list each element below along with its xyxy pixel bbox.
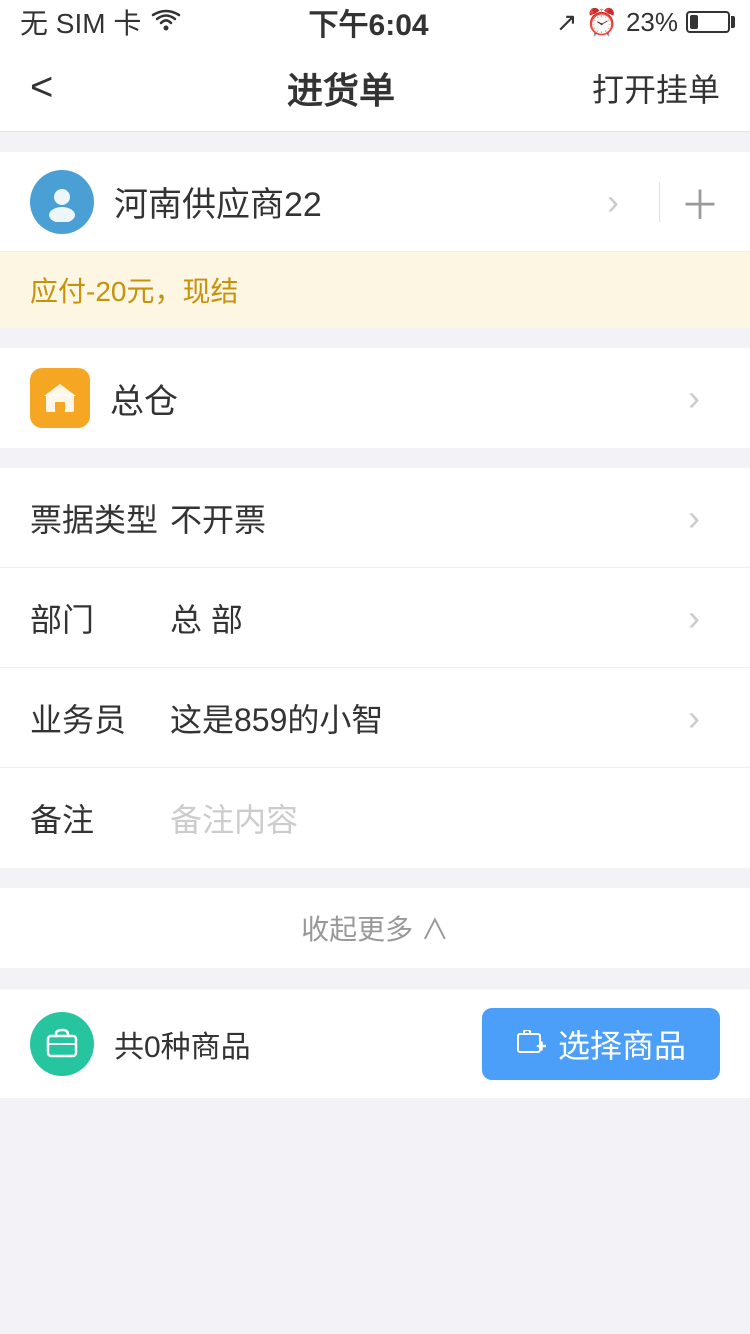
notice-text: 应付-20元，现结 — [30, 276, 238, 307]
product-icon-wrap — [30, 1012, 94, 1076]
alarm-icon: ⏰ — [586, 7, 618, 38]
gap-4 — [0, 868, 750, 888]
remark-label: 备注 — [30, 795, 170, 841]
warehouse-name: 总仓 — [110, 374, 688, 423]
open-pending-button[interactable]: 打开挂单 — [592, 65, 720, 111]
invoice-chevron-icon: › — [688, 497, 700, 539]
warehouse-icon — [30, 368, 90, 428]
battery-percent: 23% — [626, 7, 678, 38]
select-product-button[interactable]: 选择商品 — [482, 1008, 720, 1080]
nav-bar: < 进货单 打开挂单 — [0, 44, 750, 132]
salesman-chevron-icon: › — [688, 697, 700, 739]
supplier-avatar — [30, 170, 94, 234]
supplier-divider — [659, 182, 660, 222]
gap-1 — [0, 132, 750, 152]
remark-row[interactable]: 备注 备注内容 — [0, 768, 750, 868]
dept-chevron-icon: › — [688, 597, 700, 639]
supplier-chevron-icon: › — [607, 181, 619, 223]
bottom-bar: 共0种商品 选择商品 — [0, 988, 750, 1098]
status-right: ↗ ⏰ 23% — [556, 7, 730, 38]
invoice-value: 不开票 — [170, 495, 688, 541]
dept-row[interactable]: 部门 总 部 › — [0, 568, 750, 668]
salesman-value: 这是859的小智 — [170, 695, 688, 741]
supplier-card: 河南供应商22 › ＋ 应付-20元，现结 — [0, 152, 750, 328]
add-button[interactable]: ＋ — [680, 173, 720, 231]
status-time: 下午6:04 — [309, 0, 429, 44]
location-icon: ↗ — [556, 7, 578, 38]
form-section: 票据类型 不开票 › 部门 总 部 › 业务员 这是859的小智 › 备注 备注… — [0, 468, 750, 868]
dept-label: 部门 — [30, 595, 170, 641]
invoice-label: 票据类型 — [30, 495, 170, 541]
back-button[interactable]: < — [30, 65, 90, 110]
invoice-row[interactable]: 票据类型 不开票 › — [0, 468, 750, 568]
page-title: 进货单 — [287, 62, 395, 114]
notice-banner: 应付-20元，现结 — [0, 252, 750, 328]
status-bar: 无 SIM 卡 下午6:04 ↗ ⏰ 23% — [0, 0, 750, 44]
battery-icon — [686, 11, 730, 33]
sim-label: 无 SIM 卡 — [20, 2, 141, 42]
warehouse-chevron-icon: › — [688, 377, 700, 419]
status-left: 无 SIM 卡 — [20, 2, 181, 42]
supplier-name: 河南供应商22 — [114, 177, 607, 226]
wifi-icon — [151, 6, 181, 38]
dept-value: 总 部 — [170, 595, 688, 641]
salesman-label: 业务员 — [30, 695, 170, 741]
salesman-row[interactable]: 业务员 这是859的小智 › — [0, 668, 750, 768]
collapse-row[interactable]: 收起更多 ∧ — [0, 888, 750, 968]
warehouse-row[interactable]: 总仓 › — [0, 348, 750, 448]
product-count: 共0种商品 — [114, 1022, 462, 1066]
supplier-row[interactable]: 河南供应商22 › ＋ — [0, 152, 750, 252]
select-btn-label: 选择商品 — [558, 1021, 686, 1067]
warehouse-card: 总仓 › — [0, 348, 750, 448]
gap-2 — [0, 328, 750, 348]
remark-input[interactable]: 备注内容 — [170, 795, 720, 841]
collapse-label: 收起更多 ∧ — [301, 908, 449, 948]
gap-3 — [0, 448, 750, 468]
gap-5 — [0, 968, 750, 988]
